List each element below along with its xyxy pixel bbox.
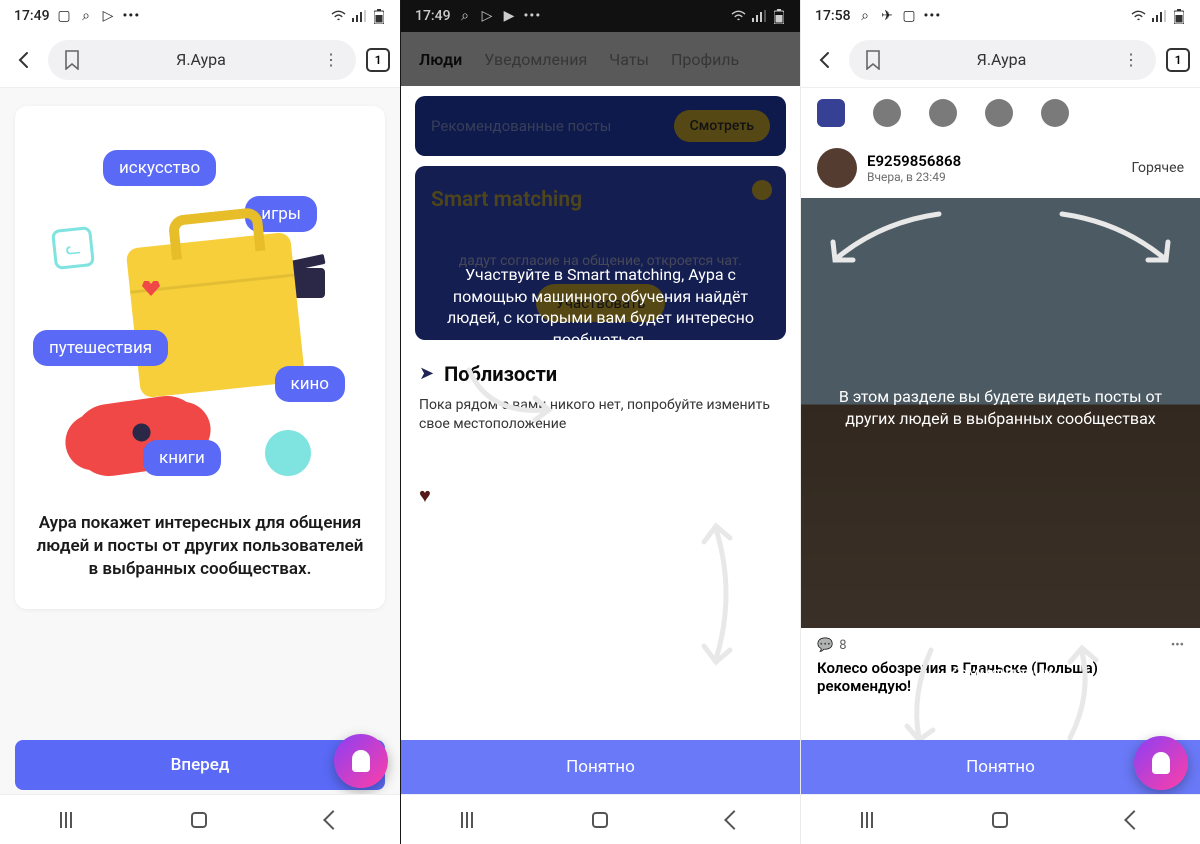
tag-books: книги — [143, 440, 221, 476]
search-icon: ⌕ — [458, 9, 473, 24]
battery-icon — [371, 9, 386, 24]
tabs-button[interactable]: 1 — [1166, 48, 1190, 72]
tabs-button[interactable]: 1 — [366, 48, 390, 72]
browser-bar: Я.Аура ⋮ 1 — [0, 32, 400, 88]
wifi-icon — [331, 9, 346, 24]
wifi-icon — [731, 9, 746, 24]
comments-count[interactable]: 💬 8••• — [817, 638, 1184, 653]
tab-chats[interactable]: Чаты — [609, 50, 649, 69]
top-tabs: Люди Уведомления Чаты Профиль — [401, 32, 800, 86]
status-more: ••• — [924, 8, 942, 24]
tab-notifications[interactable]: Уведомления — [484, 50, 587, 69]
status-time: 17:49 — [14, 8, 50, 24]
post-image[interactable] — [801, 198, 1200, 628]
nav-back[interactable] — [724, 810, 744, 830]
play-icon: ▶ — [502, 9, 517, 24]
signal-icon — [1151, 9, 1166, 24]
bookmark-icon[interactable] — [863, 46, 883, 74]
nearby-section: ➤ Поблизости — [401, 346, 800, 390]
nav-home[interactable] — [992, 812, 1008, 828]
nav-icon: ▷ — [101, 9, 116, 24]
alice-fab[interactable] — [334, 734, 388, 788]
badge-dot — [752, 180, 772, 200]
tab-profile[interactable]: Профиль — [671, 50, 739, 69]
image-icon: ▢ — [57, 9, 72, 24]
banner-title: Рекомендованные посты — [431, 117, 611, 135]
page-title: Я.Аура — [82, 50, 320, 69]
nav-recents[interactable] — [461, 812, 473, 828]
participate-button[interactable]: Участвовать — [536, 284, 666, 322]
forward-button[interactable]: Вперед — [15, 740, 385, 790]
status-bar: 17:49 ⌕ ▷ ▶ ••• — [401, 0, 800, 32]
system-navbar — [0, 794, 400, 844]
url-menu-icon[interactable]: ⋮ — [1120, 50, 1142, 69]
illustration: искусство игры ᓚ путешествия кино книги — [33, 130, 367, 490]
search-icon: ⌕ — [858, 9, 873, 24]
status-more: ••• — [123, 8, 141, 24]
nearby-title: Поблизости — [444, 362, 557, 386]
ok-button[interactable]: Понятно — [401, 740, 800, 794]
search-icon: ⌕ — [79, 9, 94, 24]
nav-icon: ▷ — [480, 9, 495, 24]
browser-bar: Я.Аура ⋮ 1 — [801, 32, 1200, 88]
nav-recents[interactable] — [60, 812, 72, 828]
nav-recents[interactable] — [861, 812, 873, 828]
tag-art: искусство — [103, 150, 216, 186]
address-bar[interactable]: Я.Аура ⋮ — [849, 40, 1156, 80]
smart-sub: дадут согласие на общение, откроется чат… — [431, 252, 770, 272]
system-navbar — [801, 794, 1200, 844]
back-button[interactable] — [10, 46, 38, 74]
url-menu-icon[interactable]: ⋮ — [320, 50, 342, 69]
back-button[interactable] — [811, 46, 839, 74]
bookmark-icon[interactable] — [62, 46, 82, 74]
signal-icon — [751, 9, 766, 24]
address-bar[interactable]: Я.Аура ⋮ — [48, 40, 356, 80]
post-username: E9259856868 — [867, 152, 961, 170]
recommended-banner[interactable]: Рекомендованные посты Смотреть — [415, 96, 786, 156]
banner-button[interactable]: Смотреть — [674, 110, 770, 142]
system-navbar — [401, 794, 800, 844]
hot-label: Горячее — [1132, 160, 1185, 176]
onboarding-text: Аура покажет интересных для общения люде… — [33, 512, 367, 581]
tag-travel: путешествия — [33, 330, 168, 366]
nav-circle-icon[interactable] — [929, 99, 957, 127]
nav-feed-icon[interactable] — [817, 99, 845, 127]
post-date: Вчера, в 23:49 — [867, 170, 961, 184]
post-header: E9259856868 Вчера, в 23:49 Горячее — [801, 138, 1200, 198]
status-more: ••• — [524, 8, 542, 24]
image-icon: ▢ — [902, 9, 917, 24]
location-icon: ➤ — [419, 363, 434, 384]
battery-icon — [1171, 9, 1186, 24]
tag-kino: кино — [275, 366, 346, 402]
status-time: 17:58 — [815, 8, 851, 24]
nav-people-icon[interactable] — [873, 99, 901, 127]
cat-icon: ᓚ — [51, 226, 95, 270]
heart-icon: ♥ — [401, 483, 800, 508]
avatar[interactable] — [817, 148, 857, 188]
status-time: 17:49 — [415, 8, 451, 24]
tab-people[interactable]: Люди — [419, 50, 462, 69]
nav-back[interactable] — [1124, 810, 1144, 830]
globe-icon — [265, 430, 311, 476]
nav-bell-icon[interactable] — [985, 99, 1013, 127]
battery-icon — [771, 9, 786, 24]
smart-title: Smart matching — [431, 188, 770, 212]
nav-back[interactable] — [323, 810, 343, 830]
page-title: Я.Аура — [883, 50, 1120, 69]
telegram-icon: ✈ — [880, 9, 895, 24]
status-bar: 17:49 ▢ ⌕ ▷ ••• — [0, 0, 400, 32]
onboarding-card: искусство игры ᓚ путешествия кино книги … — [15, 106, 385, 609]
feed-top-nav — [801, 88, 1200, 138]
nearby-sub: Пока рядом с вами никого нет, попробуйте… — [401, 390, 800, 453]
status-bar: 17:58 ⌕ ✈ ▢ ••• — [801, 0, 1200, 32]
smart-matching-card[interactable]: Smart matching дадут согласие на общение… — [415, 166, 786, 340]
alice-fab[interactable] — [1134, 736, 1188, 790]
wifi-icon — [1131, 9, 1146, 24]
post-caption: Колесо обозрения в Гданьске (Польша) рек… — [817, 659, 1184, 695]
signal-icon — [351, 9, 366, 24]
nav-home[interactable] — [592, 812, 608, 828]
nav-home[interactable] — [191, 812, 207, 828]
nav-grid-icon[interactable] — [1041, 99, 1069, 127]
